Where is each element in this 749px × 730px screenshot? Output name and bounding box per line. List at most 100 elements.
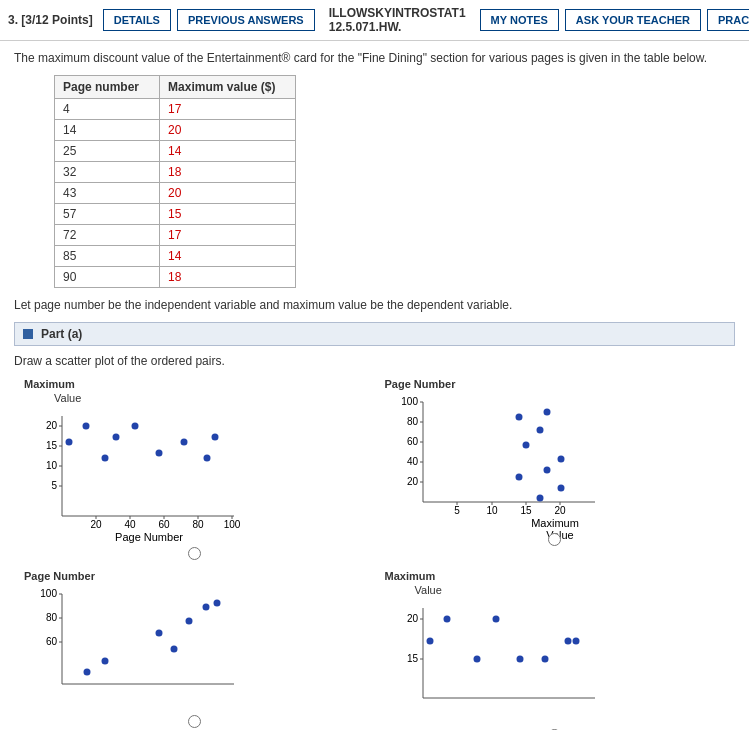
chart4-dot-7 <box>516 656 523 663</box>
chart3-container: Page Number 100 80 60 <box>24 570 365 730</box>
max-value-cell: 20 <box>160 183 296 204</box>
chart1-dot-9 <box>212 434 219 441</box>
max-value-cell: 20 <box>160 120 296 141</box>
chart2-radio-label[interactable] <box>548 533 561 546</box>
svg-text:10: 10 <box>46 460 58 471</box>
svg-text:20: 20 <box>406 476 418 487</box>
svg-text:40: 40 <box>124 519 136 530</box>
chart2-dot-2 <box>557 485 564 492</box>
svg-text:15: 15 <box>46 440 58 451</box>
problem-description: The maximum discount value of the Entert… <box>14 51 735 65</box>
svg-text:5: 5 <box>454 505 460 516</box>
chart1-container: Maximum Value 20 15 10 5 20 <box>24 378 365 560</box>
main-content: The maximum discount value of the Entert… <box>0 41 749 730</box>
svg-text:80: 80 <box>46 612 58 623</box>
page-number-cell: 32 <box>55 162 160 183</box>
my-notes-button[interactable]: MY NOTES <box>480 9 559 31</box>
chart2-dot-7 <box>536 427 543 434</box>
svg-text:100: 100 <box>40 588 57 599</box>
max-value-cell: 14 <box>160 246 296 267</box>
chart1-radio[interactable] <box>188 547 201 560</box>
chart1-dot-3 <box>102 455 109 462</box>
scatter-plots-top: Maximum Value 20 15 10 5 20 <box>14 378 735 560</box>
chart2-dot-4 <box>543 467 550 474</box>
table-row: 8514 <box>55 246 296 267</box>
svg-text:20: 20 <box>46 420 58 431</box>
svg-text:20: 20 <box>554 505 566 516</box>
chart2-radio-row <box>385 533 726 546</box>
table-row: 5715 <box>55 204 296 225</box>
table-row: 9018 <box>55 267 296 288</box>
col-header-page: Page number <box>55 76 160 99</box>
svg-text:15: 15 <box>406 653 418 664</box>
table-row: 417 <box>55 99 296 120</box>
header-right-buttons: MY NOTES ASK YOUR TEACHER PRACTICE ANOTH… <box>480 9 749 31</box>
chart1-dot-1 <box>66 439 73 446</box>
svg-text:60: 60 <box>46 636 58 647</box>
svg-text:Maximum: Maximum <box>531 517 579 529</box>
svg-text:60: 60 <box>158 519 170 530</box>
chart1-svg: 20 15 10 5 20 40 60 80 100 Pa <box>24 406 244 536</box>
page-number-cell: 85 <box>55 246 160 267</box>
chart4-title-line1: Maximum <box>385 570 726 582</box>
chart3-radio-label[interactable] <box>188 715 201 728</box>
table-row: 1420 <box>55 120 296 141</box>
chart4-dot-1 <box>426 638 433 645</box>
chart1-dot-4 <box>113 434 120 441</box>
max-value-cell: 18 <box>160 267 296 288</box>
svg-text:80: 80 <box>192 519 204 530</box>
part-a-label: Part (a) <box>41 327 82 341</box>
chart1-dot-5 <box>132 423 139 430</box>
max-value-cell: 18 <box>160 162 296 183</box>
details-button[interactable]: DETAILS <box>103 9 171 31</box>
problem-number: 3. [3/12 Points] <box>8 13 93 27</box>
max-value-cell: 15 <box>160 204 296 225</box>
variable-note: Let page number be the independent varia… <box>14 298 735 312</box>
practice-another-button[interactable]: PRACTICE ANOTHER <box>707 9 749 31</box>
chart2-dot-5 <box>557 456 564 463</box>
chart1-radio-row <box>24 547 365 560</box>
page-number-cell: 90 <box>55 267 160 288</box>
chart1-dot-7 <box>181 439 188 446</box>
chart4-dot-8 <box>572 638 579 645</box>
scatter-instruction: Draw a scatter plot of the ordered pairs… <box>14 354 735 368</box>
svg-text:100: 100 <box>401 396 418 407</box>
chart3-radio[interactable] <box>188 715 201 728</box>
max-value-cell: 14 <box>160 141 296 162</box>
chart1-radio-label[interactable] <box>188 547 201 560</box>
chart2-dot-1 <box>536 495 543 502</box>
table-row: 7217 <box>55 225 296 246</box>
chart3-dot-1 <box>84 669 91 676</box>
previous-answers-button[interactable]: PREVIOUS ANSWERS <box>177 9 315 31</box>
scatter-plots-bottom: Page Number 100 80 60 <box>14 560 735 730</box>
chart4-dot-6 <box>564 638 571 645</box>
header-bar: 3. [3/12 Points] DETAILS PREVIOUS ANSWER… <box>0 0 749 41</box>
ask-teacher-button[interactable]: ASK YOUR TEACHER <box>565 9 701 31</box>
chart1-title-line1: Maximum <box>24 378 365 390</box>
svg-text:15: 15 <box>520 505 532 516</box>
page-number-cell: 72 <box>55 225 160 246</box>
chart4-dot-5 <box>541 656 548 663</box>
chart4-dot-4 <box>473 656 480 663</box>
chart3-dot-4 <box>171 646 178 653</box>
svg-text:60: 60 <box>406 436 418 447</box>
page-number-cell: 43 <box>55 183 160 204</box>
chart3-svg: 100 80 60 <box>24 584 244 704</box>
chart2-dot-9 <box>543 409 550 416</box>
data-table: Page number Maximum value ($) 4171420251… <box>54 75 296 288</box>
chart3-radio-row <box>24 715 365 728</box>
chart3-dot-5 <box>186 618 193 625</box>
chart2-dot-6 <box>522 442 529 449</box>
chart1-dot-6 <box>156 450 163 457</box>
course-id: ILLOWSKYINTROSTAT1 12.5.071.HW. <box>329 6 466 34</box>
chart4-svg: 20 15 <box>385 598 605 718</box>
chart2-radio[interactable] <box>548 533 561 546</box>
page-number-cell: 14 <box>55 120 160 141</box>
table-row: 4320 <box>55 183 296 204</box>
table-row: 3218 <box>55 162 296 183</box>
chart3-dot-2 <box>102 658 109 665</box>
svg-text:5: 5 <box>51 480 57 491</box>
chart4-title-line2: Value <box>415 584 726 596</box>
svg-text:10: 10 <box>486 505 498 516</box>
chart2-container: Page Number 100 80 60 40 20 <box>385 378 726 560</box>
